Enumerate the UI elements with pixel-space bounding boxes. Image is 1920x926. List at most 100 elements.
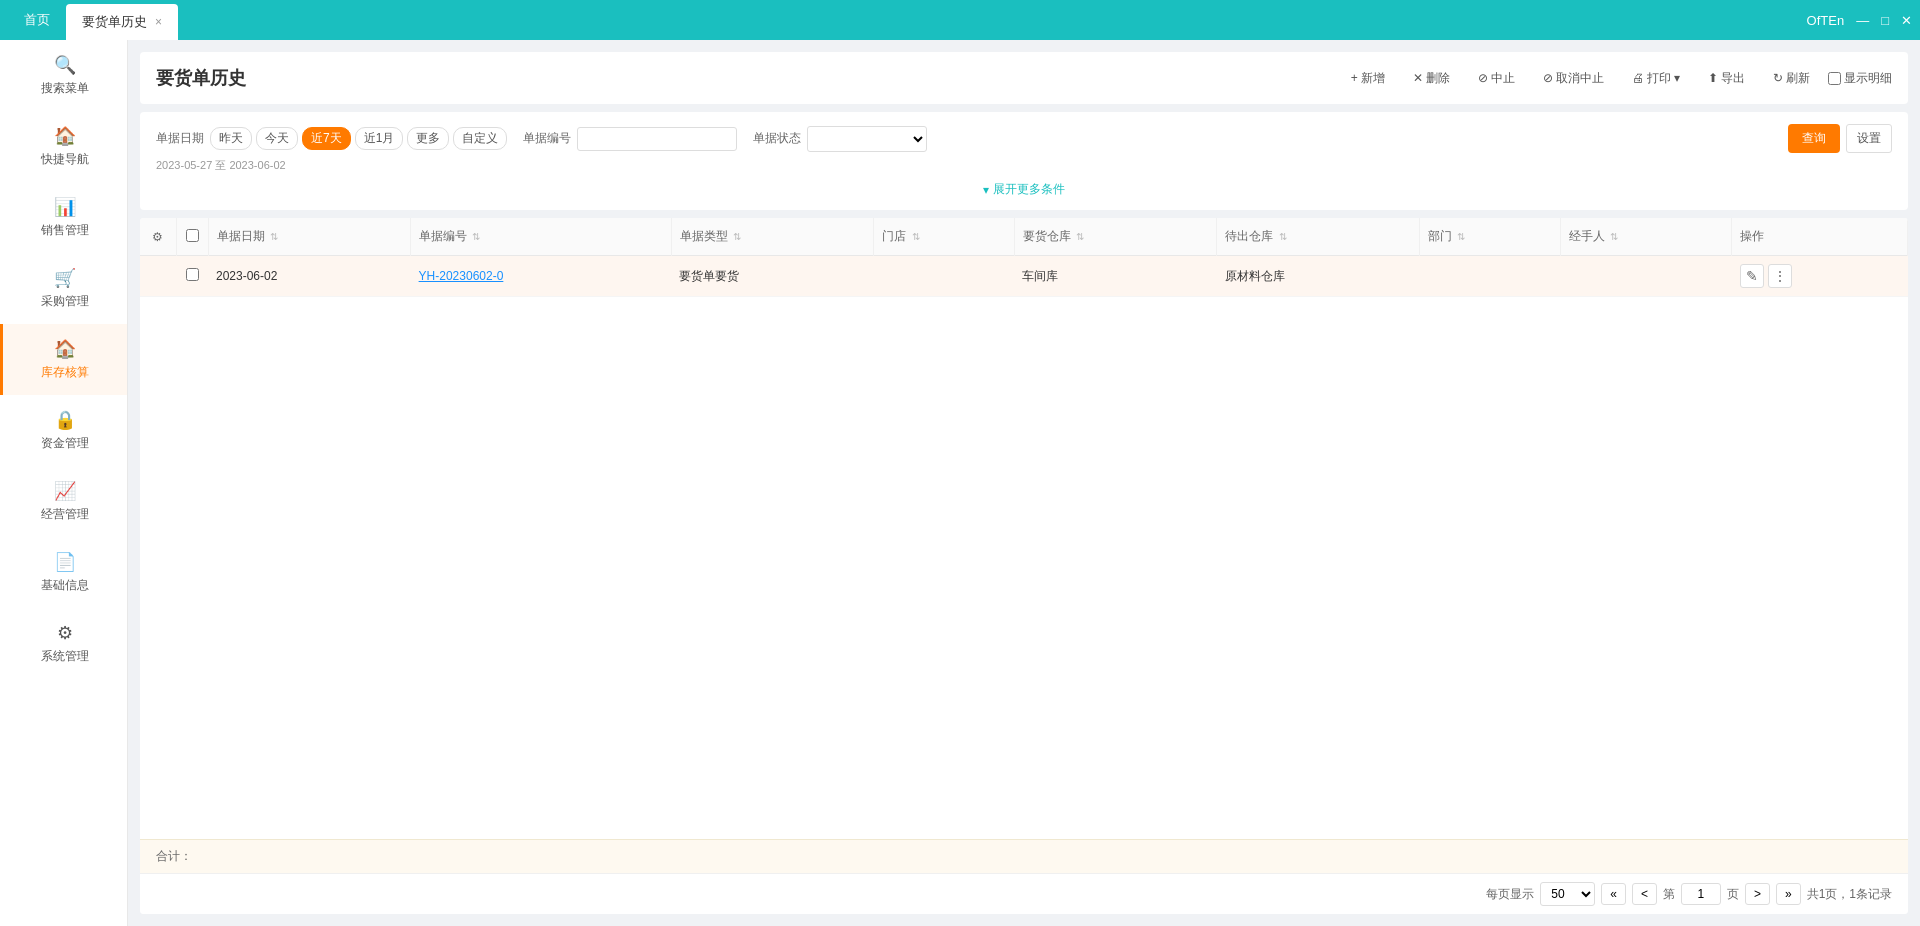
date-range-display: 2023-05-27 至 2023-06-02: [156, 157, 1892, 173]
filter-status: 单据状态: [753, 126, 927, 152]
close-tab-icon[interactable]: ×: [155, 15, 162, 29]
print-dropdown-icon: ▾: [1674, 71, 1680, 85]
row-more-btn[interactable]: ⋮: [1768, 264, 1792, 288]
settings-button[interactable]: 设置: [1846, 124, 1892, 153]
date-filter-label: 单据日期: [156, 130, 204, 147]
operation-icon: 📈: [54, 480, 76, 502]
date-btn-7days[interactable]: 近7天: [302, 127, 351, 150]
main-layout: 🔍 搜索菜单 🏠 快捷导航 📊 销售管理 🛒 采购管理 🏠 库存核算 🔒 资金管…: [0, 40, 1920, 926]
table-row: 2023-06-02 YH-20230602-0 要货单要货 车间库 原材料仓库: [140, 256, 1908, 297]
filter-date: 单据日期 昨天 今天 近7天 近1月 更多 自定义: [156, 127, 507, 150]
sidebar-item-quick-nav[interactable]: 🏠 快捷导航: [0, 111, 127, 182]
sort-store-icon: ⇅: [912, 231, 920, 242]
sidebar-label-system: 系统管理: [41, 648, 89, 665]
top-bar-right: OfTEn — □ ✕: [1807, 13, 1912, 28]
col-settings: ⚙: [140, 218, 176, 256]
sidebar-item-finance[interactable]: 🔒 资金管理: [0, 395, 127, 466]
window-close-icon[interactable]: ✕: [1901, 13, 1912, 28]
sidebar-label-search-menu: 搜索菜单: [41, 80, 89, 97]
row-settings: [140, 256, 176, 297]
row-doc-date: 2023-06-02: [208, 256, 411, 297]
date-btn-1month[interactable]: 近1月: [355, 127, 404, 150]
row-handler: [1560, 256, 1732, 297]
print-button[interactable]: 🖨 打印 ▾: [1622, 65, 1690, 92]
sidebar-label-operation: 经营管理: [41, 506, 89, 523]
page-label: 第: [1663, 886, 1675, 903]
row-edit-btn[interactable]: ✎: [1740, 264, 1764, 288]
first-page-btn[interactable]: «: [1601, 883, 1626, 905]
sort-dept-icon: ⇅: [1457, 231, 1465, 242]
col-store: 门店 ⇅: [874, 218, 1015, 256]
sidebar-label-inventory: 库存核算: [41, 364, 89, 381]
refresh-button[interactable]: ↻ 刷新: [1763, 65, 1820, 92]
status-select[interactable]: [807, 126, 927, 152]
query-area: 查询 设置: [1788, 124, 1892, 153]
page-number-input[interactable]: [1681, 883, 1721, 905]
per-page-label: 每页显示: [1486, 886, 1534, 903]
tab-active[interactable]: 要货单历史 ×: [66, 4, 178, 40]
row-operations: ✎ ⋮: [1732, 256, 1908, 297]
sidebar-item-purchase[interactable]: 🛒 采购管理: [0, 253, 127, 324]
sales-icon: 📊: [54, 196, 76, 218]
print-icon: 🖨: [1632, 71, 1644, 85]
sidebar-item-inventory[interactable]: 🏠 库存核算: [0, 324, 127, 395]
doc-no-label: 单据编号: [523, 130, 571, 147]
row-checkbox[interactable]: [186, 268, 199, 281]
basic-info-icon: 📄: [54, 551, 76, 573]
doc-no-input[interactable]: [577, 127, 737, 151]
col-doc-no: 单据编号 ⇅: [411, 218, 672, 256]
sidebar-item-search-menu[interactable]: 🔍 搜索菜单: [0, 40, 127, 111]
cancel-suspend-button[interactable]: ⊘ 取消中止: [1533, 65, 1614, 92]
row-doc-type: 要货单要货: [671, 256, 874, 297]
maximize-icon[interactable]: □: [1881, 13, 1889, 28]
sidebar-label-quick-nav: 快捷导航: [41, 151, 89, 168]
status-label: 单据状态: [753, 130, 801, 147]
delete-icon: ✕: [1413, 71, 1423, 85]
query-button[interactable]: 查询: [1788, 124, 1840, 153]
show-detail-checkbox[interactable]: [1828, 72, 1841, 85]
prev-page-btn[interactable]: <: [1632, 883, 1657, 905]
content-area: 要货单历史 + 新增 ✕ 删除 ⊘ 中止 ⊘ 取消中止 🖨 打印: [128, 40, 1920, 926]
date-btn-today[interactable]: 今天: [256, 127, 298, 150]
row-department: [1419, 256, 1560, 297]
filter-area: 单据日期 昨天 今天 近7天 近1月 更多 自定义 单据编号: [140, 112, 1908, 210]
row-store: [874, 256, 1015, 297]
filter-row: 单据日期 昨天 今天 近7天 近1月 更多 自定义 单据编号: [156, 124, 1892, 153]
date-btn-more[interactable]: 更多: [407, 127, 449, 150]
page-suffix: 页: [1727, 886, 1739, 903]
expand-icon: ▾: [983, 183, 989, 197]
date-btn-custom[interactable]: 自定义: [453, 127, 507, 150]
show-detail-toggle[interactable]: 显示明细: [1828, 70, 1892, 87]
export-button[interactable]: ⬆ 导出: [1698, 65, 1755, 92]
system-icon: ⚙: [57, 622, 73, 644]
expand-more-btn[interactable]: ▾ 展开更多条件: [156, 181, 1892, 198]
delete-button[interactable]: ✕ 删除: [1403, 65, 1460, 92]
select-all-checkbox[interactable]: [186, 229, 199, 242]
sidebar-label-basic-info: 基础信息: [41, 577, 89, 594]
col-doc-type: 单据类型 ⇅: [671, 218, 874, 256]
date-btn-yesterday[interactable]: 昨天: [210, 127, 252, 150]
doc-no-link[interactable]: YH-20230602-0: [419, 269, 504, 283]
sidebar-item-system[interactable]: ⚙ 系统管理: [0, 608, 127, 679]
suspend-button[interactable]: ⊘ 中止: [1468, 65, 1525, 92]
search-menu-icon: 🔍: [54, 54, 76, 76]
sort-pending-wh-icon: ⇅: [1279, 231, 1287, 242]
last-page-btn[interactable]: »: [1776, 883, 1801, 905]
minimize-icon[interactable]: —: [1856, 13, 1869, 28]
sort-handler-icon: ⇅: [1610, 231, 1618, 242]
tab-home[interactable]: 首页: [8, 0, 66, 40]
header-actions: + 新增 ✕ 删除 ⊘ 中止 ⊘ 取消中止 🖨 打印 ▾: [1341, 65, 1892, 92]
sidebar-item-basic-info[interactable]: 📄 基础信息: [0, 537, 127, 608]
data-table: ⚙ 单据日期 ⇅ 单据编号 ⇅: [140, 218, 1908, 297]
col-pending-warehouse: 待出仓库 ⇅: [1217, 218, 1420, 256]
next-page-btn[interactable]: >: [1745, 883, 1770, 905]
new-button[interactable]: + 新增: [1341, 65, 1395, 92]
sidebar-item-operation[interactable]: 📈 经营管理: [0, 466, 127, 537]
col-department: 部门 ⇅: [1419, 218, 1560, 256]
sidebar-item-sales[interactable]: 📊 销售管理: [0, 182, 127, 253]
col-req-warehouse: 要货仓库 ⇅: [1014, 218, 1217, 256]
row-req-warehouse: 车间库: [1014, 256, 1217, 297]
total-info: 共1页，1条记录: [1807, 886, 1892, 903]
col-checkbox: [176, 218, 208, 256]
per-page-select[interactable]: 10 20 50 100: [1540, 882, 1595, 906]
